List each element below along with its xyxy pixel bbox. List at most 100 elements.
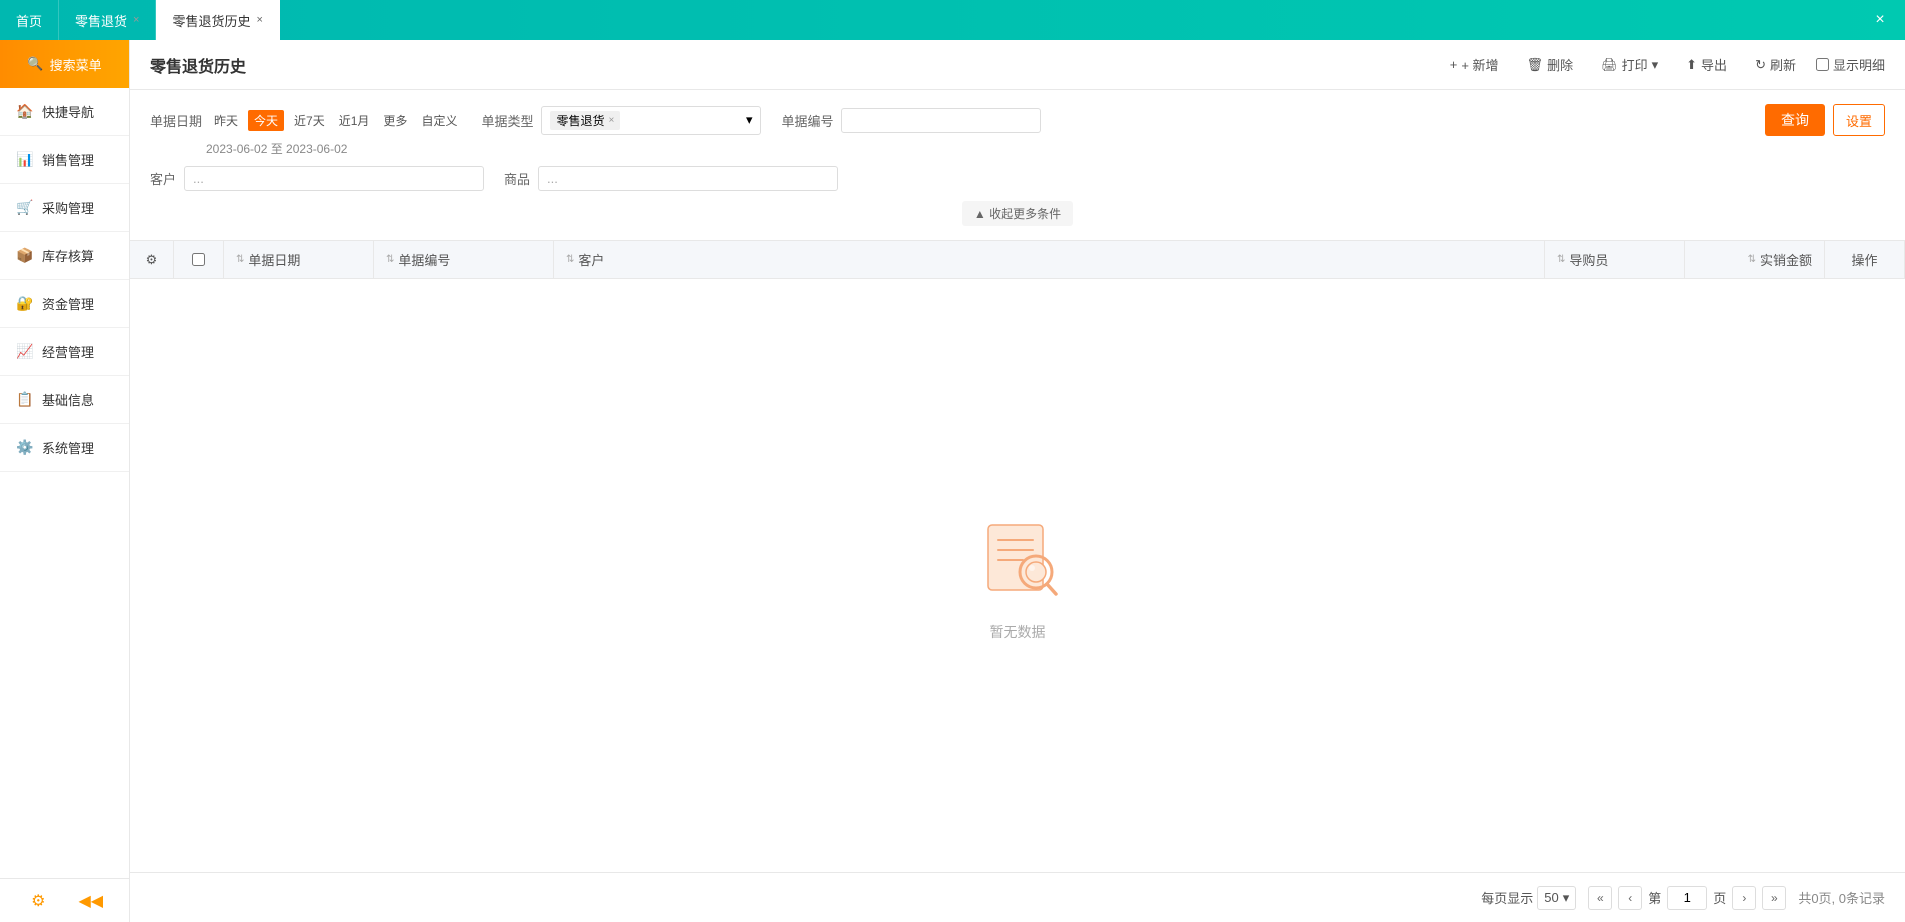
customer-filter-group: 客户 ... [150,166,484,191]
show-detail-checkbox-group[interactable]: 显示明细 [1816,55,1885,74]
goods-filter-select[interactable]: ... [538,166,838,191]
sidebar-item-operations[interactable]: 📈 经营管理 [0,328,129,376]
type-filter-label: 单据类型 [481,111,533,130]
tab-home[interactable]: 首页 [0,0,59,40]
type-filter-select[interactable]: 零售退货 × ▾ [541,106,761,135]
query-button[interactable]: 查询 [1765,104,1825,136]
empty-state: 暂无数据 [130,279,1905,872]
first-page-button[interactable]: « [1588,886,1612,910]
page-title: 零售退货历史 [150,53,246,77]
export-button[interactable]: ⬆ 导出 [1678,51,1735,78]
empty-text: 暂无数据 [990,622,1046,642]
sidebar-item-sales[interactable]: 📊 销售管理 [0,136,129,184]
tab-retail-return[interactable]: 零售退货 × [59,0,156,40]
date-options: 昨天 今天 近7天 近1月 更多 自定义 [210,110,461,131]
type-tag-label: 零售退货 [556,112,604,129]
customer-filter-select[interactable]: ... [184,166,484,191]
th-number[interactable]: ⇅ 单据编号 [374,241,554,278]
window-close-button[interactable]: × [1855,0,1905,40]
page-navigation: « ‹ 第 页 › » [1588,886,1786,910]
sales-icon: 📊 [16,151,34,169]
sidebar-item-purchase[interactable]: 🛒 采购管理 [0,184,129,232]
number-filter-input[interactable] [841,108,1041,133]
number-filter-group: 单据编号 [781,108,1041,133]
pagination: 每页显示 50 ▾ « ‹ 第 页 › [130,872,1905,922]
sidebar-item-inventory[interactable]: 📦 库存核算 [0,232,129,280]
page-actions: + + 新增 🗑 删除 🖨 打印 ▾ ⬆ 导出 ↻ [1442,51,1885,78]
date-sort-icon: ⇅ [236,254,244,265]
date-opt-yesterday[interactable]: 昨天 [210,110,242,131]
page-prefix: 第 [1648,888,1661,907]
sidebar-speaker-icon[interactable]: ◀◀ [77,887,105,915]
setting-label: 设置 [1846,111,1872,130]
th-settings[interactable]: ⚙ [130,241,174,278]
sidebar-item-quick-nav-label: 快捷导航 [42,102,94,121]
sidebar-bottom: ⚙ ◀◀ [0,878,129,922]
search-icon: 🔍 [27,56,43,72]
date-opt-custom[interactable]: 自定义 [417,110,461,131]
content-area: 零售退货历史 + + 新增 🗑 删除 🖨 打印 ▾ ⬆ 导出 [130,40,1905,922]
sidebar-search[interactable]: 🔍 搜索菜单 [0,40,129,88]
goods-filter-group: 商品 ... [504,166,838,191]
sidebar-item-inventory-label: 库存核算 [42,246,94,265]
show-detail-label: 显示明细 [1833,55,1885,74]
th-date-label: 单据日期 [248,250,300,269]
th-date[interactable]: ⇅ 单据日期 [224,241,374,278]
prev-page-button[interactable]: ‹ [1618,886,1642,910]
page-size-selector[interactable]: 50 ▾ [1537,886,1576,910]
sidebar-item-quick-nav[interactable]: 🏠 快捷导航 [0,88,129,136]
amount-sort-icon: ⇅ [1748,254,1756,265]
tab-retail-return-history[interactable]: 零售退货历史 × [156,0,279,40]
date-opt-more[interactable]: 更多 [379,110,411,131]
guide-sort-icon: ⇅ [1557,254,1565,265]
tab-bar: 首页 零售退货 × 零售退货历史 × [0,0,1855,40]
last-page-button[interactable]: » [1762,886,1786,910]
page-header: 零售退货历史 + + 新增 🗑 删除 🖨 打印 ▾ ⬆ 导出 [130,40,1905,90]
sidebar-item-basic-info-label: 基础信息 [42,390,94,409]
next-page-button[interactable]: › [1732,886,1756,910]
th-guide[interactable]: ⇅ 导购员 [1545,241,1685,278]
export-label: 导出 [1701,55,1727,74]
th-customer[interactable]: ⇅ 客户 [554,241,1545,278]
sidebar: 🔍 搜索菜单 🏠 快捷导航 📊 销售管理 🛒 采购管理 📦 库存核算 🔐 [0,40,130,922]
sidebar-item-finance[interactable]: 🔐 资金管理 [0,280,129,328]
type-filter-group: 单据类型 零售退货 × ▾ [481,106,761,135]
collapse-button[interactable]: ▲ 收起更多条件 [962,201,1073,226]
date-opt-7days[interactable]: 近7天 [290,110,329,131]
th-checkbox[interactable] [174,241,224,278]
sidebar-item-system[interactable]: ⚙️ 系统管理 [0,424,129,472]
refresh-label: 刷新 [1770,55,1796,74]
type-tag-close[interactable]: × [608,115,614,126]
setting-button[interactable]: 设置 [1833,104,1885,136]
date-opt-today[interactable]: 今天 [248,110,284,131]
print-button[interactable]: 🖨 打印 ▾ [1593,51,1666,78]
customer-sort-icon: ⇅ [566,254,574,265]
refresh-icon: ↻ [1755,57,1766,73]
tab-retail-return-history-label: 零售退货历史 [172,11,250,30]
refresh-button[interactable]: ↻ 刷新 [1747,51,1804,78]
date-opt-1month[interactable]: 近1月 [335,110,374,131]
next-page-icon: › [1742,891,1746,905]
sidebar-item-operations-label: 经营管理 [42,342,94,361]
new-label: + 新增 [1461,55,1498,74]
purchase-icon: 🛒 [16,199,34,217]
sidebar-item-basic-info[interactable]: 📋 基础信息 [0,376,129,424]
number-filter-label: 单据编号 [781,111,833,130]
goods-ellipsis: ... [547,171,558,186]
th-amount[interactable]: ⇅ 实销金额 [1685,241,1825,278]
date-range-display: 2023-06-02 至 2023-06-02 [206,140,1885,158]
tab-retail-return-history-close[interactable]: × [256,14,262,26]
page-size-dropdown-icon: ▾ [1563,890,1570,906]
top-bar: 首页 零售退货 × 零售退货历史 × × [0,0,1905,40]
query-action-group: 查询 设置 [1765,104,1885,136]
sidebar-search-label: 搜索菜单 [50,55,102,74]
system-icon: ⚙️ [16,439,34,457]
sidebar-item-system-label: 系统管理 [42,438,94,457]
page-number-input[interactable] [1667,886,1707,910]
select-all-checkbox[interactable] [192,253,205,266]
delete-button[interactable]: 🗑 删除 [1519,51,1582,78]
tab-retail-return-close[interactable]: × [133,14,139,26]
new-button[interactable]: + + 新增 [1442,51,1507,78]
show-detail-checkbox[interactable] [1816,58,1829,71]
sidebar-settings-icon[interactable]: ⚙ [24,887,52,915]
